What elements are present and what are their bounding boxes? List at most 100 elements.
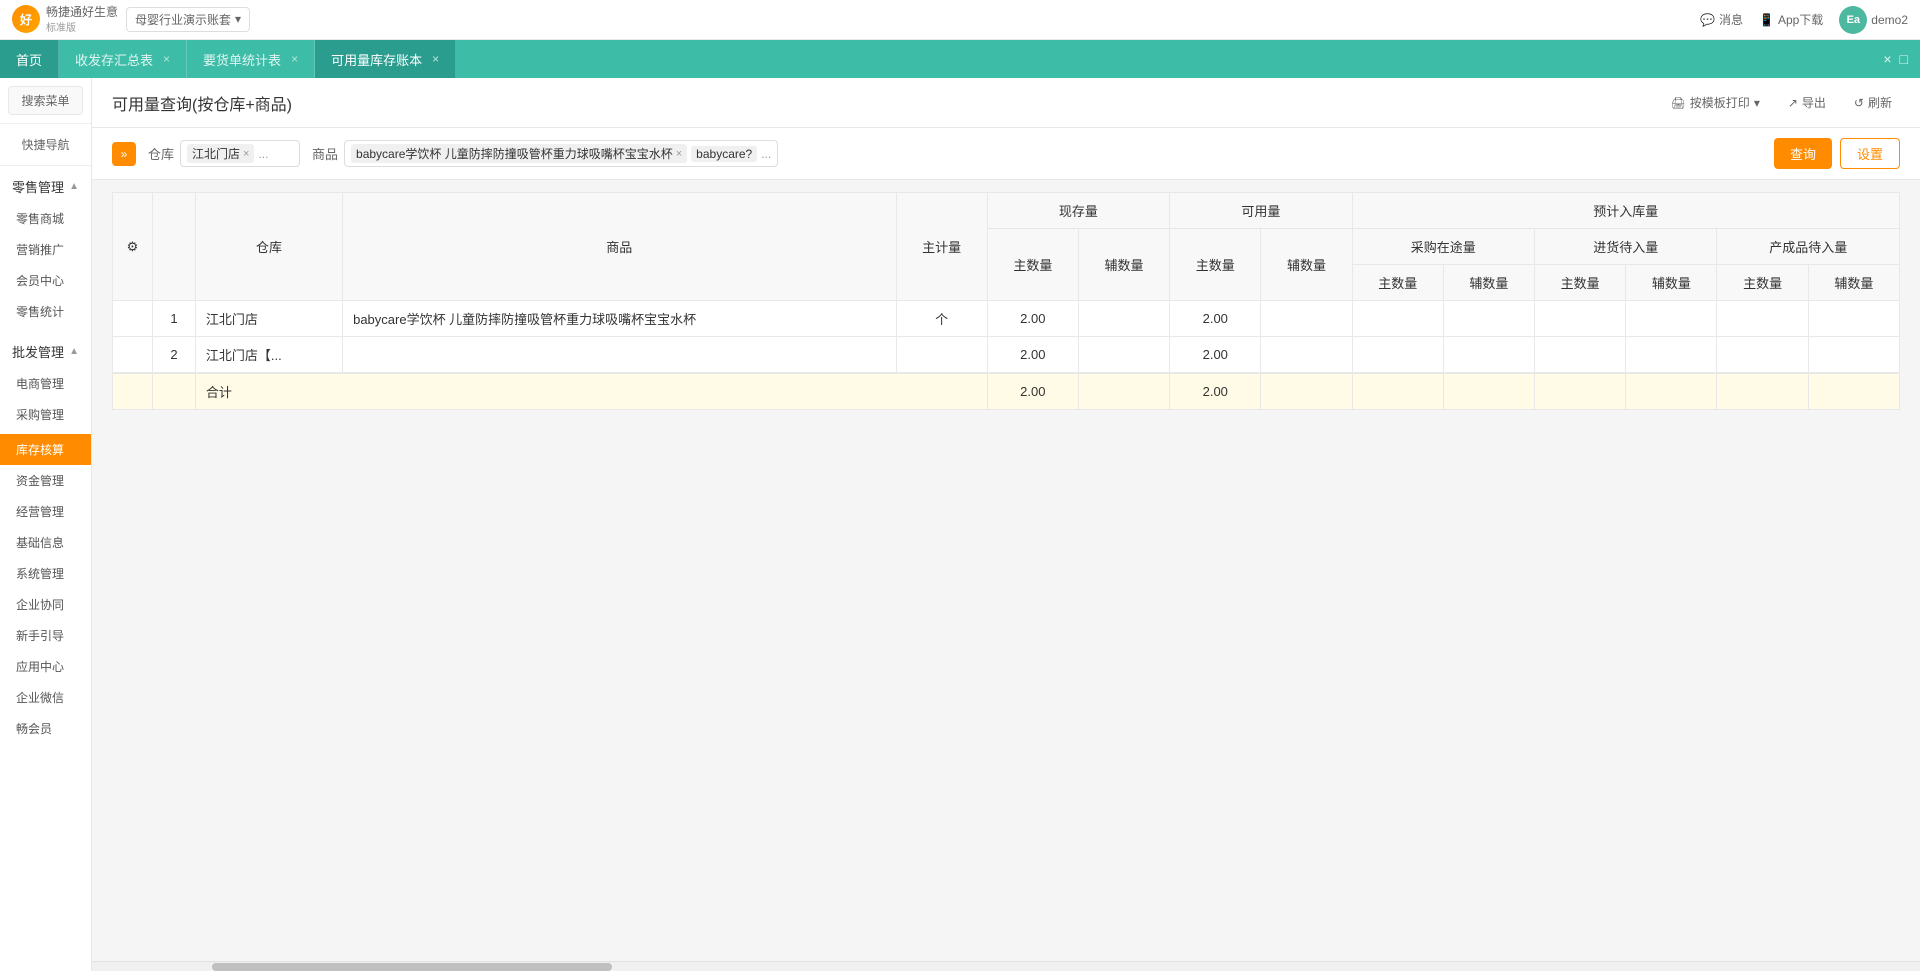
sidebar-item-finance[interactable]: 资金管理 xyxy=(0,465,91,496)
app-edition: 标准版 xyxy=(46,19,118,34)
tab-order-stats-close[interactable]: × xyxy=(291,52,298,66)
sidebar-item-retail-stats[interactable]: 零售统计 xyxy=(0,296,91,327)
th-available-main: 主数量 xyxy=(1170,229,1261,301)
warehouse-tag-text: 江北门店 xyxy=(192,145,240,162)
sidebar-group-retail-header[interactable]: 零售管理 ▲ xyxy=(0,170,91,203)
app-download-label: App下载 xyxy=(1778,11,1823,28)
tab-available-stock-close[interactable]: × xyxy=(432,52,439,66)
row1-purchase-main xyxy=(1352,301,1443,337)
sidebar-item-vip[interactable]: 畅会员 xyxy=(0,713,91,744)
warehouse-tag-jiangbei: 江北门店 × xyxy=(187,144,254,163)
footer-purchase-main xyxy=(1352,373,1443,410)
footer-available-aux xyxy=(1261,373,1352,410)
product-more[interactable]: ... xyxy=(761,147,771,161)
footer-stock-main: 2.00 xyxy=(987,373,1078,410)
product-tag-container[interactable]: babycare学饮杯 儿童防摔防撞吸管杯重力球吸嘴杯宝宝水杯 × babyca… xyxy=(344,140,778,167)
row2-available-main: 2.00 xyxy=(1170,337,1261,374)
tab-available-stock[interactable]: 可用量库存账本 × xyxy=(315,40,456,78)
user-name: demo2 xyxy=(1871,13,1908,27)
row2-incoming-main xyxy=(1535,337,1626,374)
row2-production-main xyxy=(1717,337,1808,374)
sidebar-item-member[interactable]: 会员中心 xyxy=(0,265,91,296)
sidebar-item-ecommerce[interactable]: 电商管理 xyxy=(0,368,91,399)
page-actions: 🖨 按模板打印 ▾ ↗ 导出 ↺ 刷新 xyxy=(1663,90,1900,115)
sidebar-item-enterprise[interactable]: 企业协同 xyxy=(0,589,91,620)
footer-incoming-aux xyxy=(1626,373,1717,410)
footer-purchase-aux xyxy=(1443,373,1534,410)
sidebar-group-wholesale: 批发管理 ▲ 电商管理 采购管理 xyxy=(0,331,91,434)
user-area[interactable]: Ea demo2 xyxy=(1839,6,1908,34)
sidebar-item-enterprise-wx[interactable]: 企业微信 xyxy=(0,682,91,713)
sidebar-item-retail-shop[interactable]: 零售商城 xyxy=(0,203,91,234)
footer-production-main xyxy=(1717,373,1808,410)
close-window-btn[interactable]: × xyxy=(1883,51,1891,67)
refresh-btn[interactable]: ↺ 刷新 xyxy=(1846,90,1900,115)
warehouse-filter-group: 仓库 江北门店 × ... xyxy=(148,140,300,167)
query-btn[interactable]: 查询 xyxy=(1774,138,1832,169)
horizontal-scrollbar[interactable] xyxy=(92,961,1920,971)
sidebar-search-area: 搜索菜单 xyxy=(0,78,91,124)
th-stock-main: 主数量 xyxy=(987,229,1078,301)
row2-production-aux xyxy=(1808,337,1899,374)
header-right: 💬 消息 📱 App下载 Ea demo2 xyxy=(1700,6,1908,34)
template-print-btn[interactable]: 🖨 按模板打印 ▾ xyxy=(1663,90,1768,115)
filter-expand-btn[interactable]: » xyxy=(112,142,136,166)
th-incoming-main: 主数量 xyxy=(1535,265,1626,301)
th-main-unit: 主计量 xyxy=(896,193,987,301)
warehouse-tag-close[interactable]: × xyxy=(243,148,249,160)
scrollbar-thumb[interactable] xyxy=(212,963,612,971)
tab-receivables[interactable]: 收发存汇总表 × xyxy=(59,40,187,78)
tab-order-stats[interactable]: 要货单统计表 × xyxy=(187,40,315,78)
sidebar-item-basics[interactable]: 基础信息 xyxy=(0,527,91,558)
footer-label: 合计 xyxy=(195,373,987,410)
row1-unit: 个 xyxy=(896,301,987,337)
th-stock-aux: 辅数量 xyxy=(1078,229,1169,301)
sidebar-item-system[interactable]: 系统管理 xyxy=(0,558,91,589)
avatar: Ea xyxy=(1839,6,1867,34)
sidebar-item-marketing[interactable]: 营销推广 xyxy=(0,234,91,265)
search-menu-btn[interactable]: 搜索菜单 xyxy=(8,86,83,115)
th-purchase-main: 主数量 xyxy=(1352,265,1443,301)
row2-available-aux xyxy=(1261,337,1352,374)
tab-receivables-close[interactable]: × xyxy=(163,52,170,66)
table-row: 1 江北门店 babycare学饮杯 儿童防摔防撞吸管杯重力球吸嘴杯宝宝水杯 个… xyxy=(113,301,1900,337)
row2-stock-main: 2.00 xyxy=(987,337,1078,374)
product-label: 商品 xyxy=(312,144,338,163)
product-tag-2-text: babycare? xyxy=(696,147,752,161)
product-tag-1: babycare学饮杯 儿童防摔防撞吸管杯重力球吸嘴杯宝宝水杯 × xyxy=(351,144,687,163)
th-production-pending: 产成品待入量 xyxy=(1717,229,1900,265)
warehouse-more[interactable]: ... xyxy=(258,147,268,161)
tab-order-stats-label: 要货单统计表 xyxy=(203,50,281,69)
sidebar-item-operations[interactable]: 经营管理 xyxy=(0,496,91,527)
export-btn[interactable]: ↗ 导出 xyxy=(1780,90,1834,115)
setting-btn[interactable]: 设置 xyxy=(1840,138,1900,169)
industry-selector[interactable]: 母婴行业演示账套 ▾ xyxy=(126,7,250,32)
row1-production-main xyxy=(1717,301,1808,337)
sidebar-group-wholesale-header[interactable]: 批发管理 ▲ xyxy=(0,335,91,368)
sidebar: 搜索菜单 快捷导航 零售管理 ▲ 零售商城 营销推广 会员中心 零售统计 批发管… xyxy=(0,78,92,971)
tab-receivables-label: 收发存汇总表 xyxy=(75,50,153,69)
app-download-btn[interactable]: 📱 App下载 xyxy=(1759,11,1823,28)
footer-settings xyxy=(113,373,153,410)
row2-purchase-aux xyxy=(1443,337,1534,374)
warehouse-tag-container[interactable]: 江北门店 × ... xyxy=(180,140,300,167)
th-settings[interactable]: ⚙ xyxy=(113,193,153,301)
table-footer-row: 合计 2.00 2.00 xyxy=(113,373,1900,410)
product-tag-1-close[interactable]: × xyxy=(676,148,682,160)
product-tag-2: babycare? xyxy=(691,146,757,162)
sidebar-item-inventory[interactable]: 库存核算 xyxy=(0,434,91,465)
tabs-bar-right: × □ xyxy=(1871,40,1920,78)
sidebar-item-app-center[interactable]: 应用中心 xyxy=(0,651,91,682)
th-available-aux: 辅数量 xyxy=(1261,229,1352,301)
app-logo: 好 xyxy=(12,5,40,33)
maximize-window-btn[interactable]: □ xyxy=(1900,51,1908,67)
sidebar-item-quick-nav[interactable]: 快捷导航 xyxy=(0,130,91,159)
row1-warehouse: 江北门店 xyxy=(195,301,342,337)
tab-home[interactable]: 首页 xyxy=(0,40,59,78)
sidebar-item-purchase[interactable]: 采购管理 xyxy=(0,399,91,430)
message-btn[interactable]: 💬 消息 xyxy=(1700,11,1743,28)
export-label: 导出 xyxy=(1802,94,1826,111)
th-production-aux: 辅数量 xyxy=(1808,265,1899,301)
th-incoming-aux: 辅数量 xyxy=(1626,265,1717,301)
sidebar-item-newbie[interactable]: 新手引导 xyxy=(0,620,91,651)
